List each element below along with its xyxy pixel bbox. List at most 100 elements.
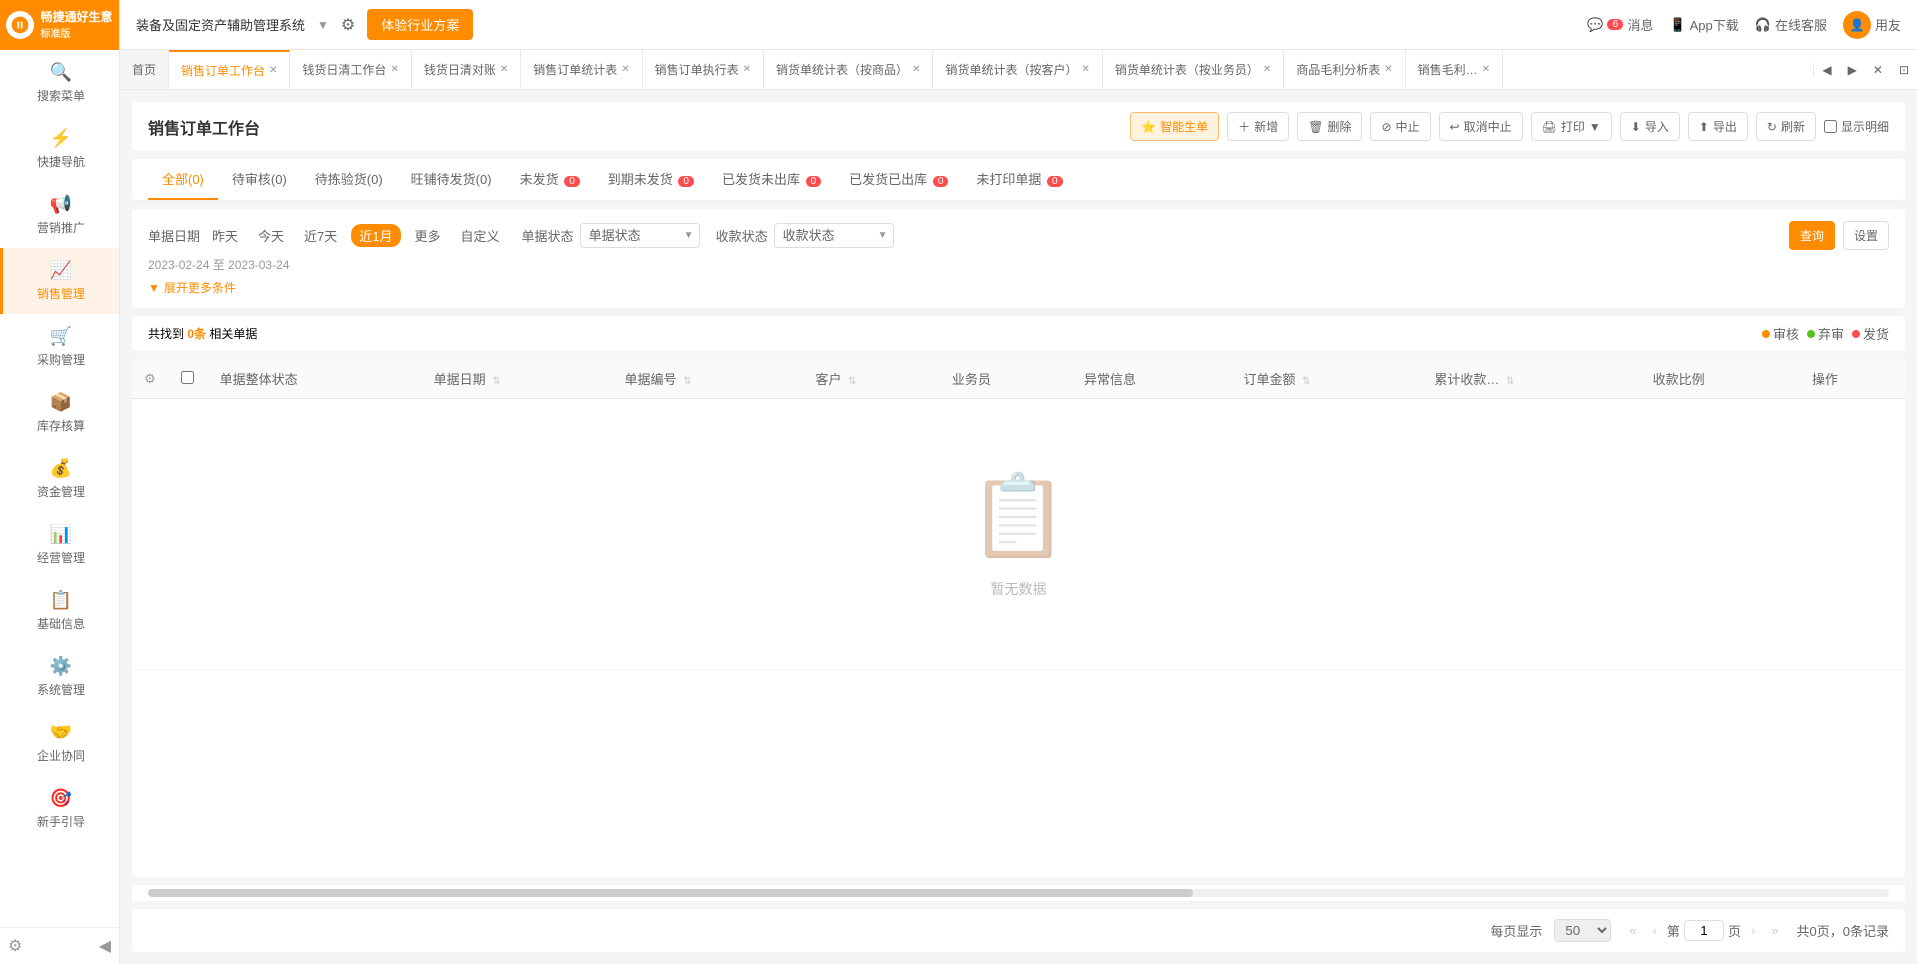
online-service-action[interactable]: 🎧 在线客服 xyxy=(1755,15,1827,34)
cancel-stop-btn[interactable]: ↩ 取消中止 xyxy=(1439,112,1523,141)
cancel-audit-action-btn[interactable]: 弃审 xyxy=(1807,324,1844,343)
date-opt-custom[interactable]: 自定义 xyxy=(455,224,506,247)
col-amount[interactable]: 订单金额 ⇅ xyxy=(1231,359,1422,399)
tab-close-btn[interactable]: ✕ xyxy=(912,64,920,75)
tab-close-all[interactable]: ✕ xyxy=(1865,63,1891,77)
payment-select[interactable]: 收款状态 xyxy=(774,223,894,248)
page-first-btn[interactable]: « xyxy=(1623,921,1642,940)
print-btn[interactable]: 🖨 打印 ▼ xyxy=(1531,112,1612,141)
tab-nav-next[interactable]: ▶ xyxy=(1840,63,1865,77)
tab-close-btn[interactable]: ✕ xyxy=(390,64,398,75)
pagination-nav: « ‹ 第 页 › » xyxy=(1623,920,1784,941)
tab-close-btn[interactable]: ✕ xyxy=(1482,64,1490,75)
sub-tab-shipped-not-out[interactable]: 已发货未出库 0 xyxy=(708,159,835,200)
tab-sales-by-customer[interactable]: 销货单统计表（按客户） ✕ xyxy=(933,50,1102,90)
date-opt-yesterday[interactable]: 昨天 xyxy=(206,224,244,247)
page-prev-btn[interactable]: ‹ xyxy=(1647,921,1663,940)
hscroll[interactable] xyxy=(148,889,1889,897)
status-select[interactable]: 单据状态 xyxy=(580,223,700,248)
col-date[interactable]: 单据日期 ⇅ xyxy=(422,359,613,399)
col-customer[interactable]: 客户 ⇅ xyxy=(803,359,939,399)
stop-btn[interactable]: ⊘ 中止 xyxy=(1370,112,1430,141)
tab-cash-reconcile[interactable]: 钱货日清对账 ✕ xyxy=(412,50,521,90)
sub-tab-unprinted[interactable]: 未打印单据 0 xyxy=(962,159,1076,200)
audit-action-btn[interactable]: 审核 xyxy=(1762,324,1799,343)
sidebar-item-guide[interactable]: 🎯 新手引导 xyxy=(0,776,119,842)
overdue-badge: 0 xyxy=(678,176,694,187)
tab-close-btn[interactable]: ✕ xyxy=(1263,64,1271,75)
tab-sales-exec[interactable]: 销售订单执行表 ✕ xyxy=(643,50,764,90)
date-opt-1month[interactable]: 近1月 xyxy=(351,224,400,247)
date-opt-more[interactable]: 更多 xyxy=(409,224,447,247)
col-status-label: 单据整体状态 xyxy=(220,372,298,387)
date-opt-7days[interactable]: 近7天 xyxy=(298,224,343,247)
tab-close-btn[interactable]: ✕ xyxy=(1081,64,1089,75)
table-settings-col[interactable]: ⚙ xyxy=(132,359,168,399)
tab-nav-prev[interactable]: ◀ xyxy=(1814,63,1839,77)
filter-expand-btn[interactable]: ▼ 展开更多条件 xyxy=(148,279,1889,296)
empty-icon: 📋 xyxy=(969,469,1069,563)
sidebar-item-enterprise[interactable]: 🤝 企业协同 xyxy=(0,710,119,776)
per-page-select[interactable]: 50 100 200 xyxy=(1554,919,1611,942)
sub-tab-wangpu[interactable]: 旺铺待发货(0) xyxy=(397,159,506,200)
query-btn[interactable]: 查询 xyxy=(1789,221,1835,250)
sub-tab-unshipped[interactable]: 未发货 0 xyxy=(506,159,594,200)
tab-close-btn[interactable]: ✕ xyxy=(1384,64,1392,75)
refresh-btn[interactable]: ↻ 刷新 xyxy=(1756,112,1816,141)
tab-gross-profit[interactable]: 商品毛利分析表 ✕ xyxy=(1284,50,1405,90)
sidebar-item-search[interactable]: 🔍 搜索菜单 xyxy=(0,50,119,116)
sidebar-item-finance[interactable]: 💰 资金管理 xyxy=(0,446,119,512)
sub-tab-all[interactable]: 全部(0) xyxy=(148,159,218,200)
tab-sales-by-product[interactable]: 销货单统计表（按商品） ✕ xyxy=(764,50,933,90)
tab-close-btn[interactable]: ✕ xyxy=(269,65,277,76)
tab-sales-by-staff[interactable]: 销货单统计表（按业务员） ✕ xyxy=(1103,50,1284,90)
tab-sales-stat[interactable]: 销售订单统计表 ✕ xyxy=(521,50,642,90)
collapse-btn[interactable]: ◀ xyxy=(99,936,111,956)
module-dropdown-icon[interactable]: ▼ xyxy=(317,18,329,32)
sidebar-item-system[interactable]: ⚙️ 系统管理 xyxy=(0,644,119,710)
sidebar-item-marketing[interactable]: 📢 营销推广 xyxy=(0,182,119,248)
tab-sales-order-workbench[interactable]: 销售订单工作台 ✕ xyxy=(169,50,290,90)
tab-home[interactable]: 首页 xyxy=(120,50,169,90)
tab-close-btn[interactable]: ✕ xyxy=(743,64,751,75)
sub-tab-pending-review[interactable]: 待审核(0) xyxy=(218,159,301,200)
ship-action-btn[interactable]: 发货 xyxy=(1852,324,1889,343)
sidebar-item-inventory[interactable]: 📦 库存核算 xyxy=(0,380,119,446)
industry-btn[interactable]: 体验行业方案 xyxy=(367,9,473,40)
sidebar-item-management[interactable]: 📊 经营管理 xyxy=(0,512,119,578)
sidebar-item-basic-info[interactable]: 📋 基础信息 xyxy=(0,578,119,644)
app-download-action[interactable]: 📱 App下载 xyxy=(1669,15,1738,34)
tab-close-btn[interactable]: ✕ xyxy=(500,64,508,75)
export-btn[interactable]: ⬆ 导出 xyxy=(1688,112,1748,141)
show-detail-checkbox[interactable] xyxy=(1824,120,1837,133)
show-detail-label[interactable]: 显示明细 xyxy=(1824,118,1889,135)
tab-expand[interactable]: ⊡ xyxy=(1891,63,1917,77)
date-opt-today[interactable]: 今天 xyxy=(252,224,290,247)
tab-close-btn[interactable]: ✕ xyxy=(621,64,629,75)
message-action[interactable]: 💬 6 消息 xyxy=(1587,15,1653,34)
ai-btn[interactable]: ⭐ 智能生单 xyxy=(1130,112,1219,141)
page-last-btn[interactable]: » xyxy=(1765,921,1784,940)
sidebar-item-sales[interactable]: 📈 销售管理 xyxy=(0,248,119,314)
col-number[interactable]: 单据编号 ⇅ xyxy=(613,359,804,399)
hscroll-thumb[interactable] xyxy=(148,889,1193,897)
sidebar-item-quicknav[interactable]: ⚡ 快捷导航 xyxy=(0,116,119,182)
topbar-settings-icon[interactable]: ⚙ xyxy=(341,15,355,35)
sub-tab-shipped-out[interactable]: 已发货已出库 0 xyxy=(835,159,962,200)
col-collected[interactable]: 累计收款… ⇅ xyxy=(1422,359,1640,399)
tab-sales-margin[interactable]: 销售毛利… ✕ xyxy=(1406,50,1503,90)
page-next-btn[interactable]: › xyxy=(1745,921,1761,940)
delete-btn[interactable]: 🗑 删除 xyxy=(1297,112,1362,141)
select-all-checkbox[interactable] xyxy=(181,371,194,384)
sidebar-item-purchase[interactable]: 🛒 采购管理 xyxy=(0,314,119,380)
page-input[interactable] xyxy=(1684,920,1724,941)
filter-expand-row: ▼ 展开更多条件 xyxy=(148,279,1889,296)
settings-filter-btn[interactable]: 设置 xyxy=(1843,221,1889,250)
settings-bottom-btn[interactable]: ⚙ xyxy=(8,936,22,956)
new-btn[interactable]: ＋ 新增 xyxy=(1227,112,1289,141)
user-action[interactable]: 👤 用友 xyxy=(1843,11,1901,39)
sub-tab-pending-check[interactable]: 待拣验货(0) xyxy=(301,159,397,200)
import-btn[interactable]: ⬇ 导入 xyxy=(1620,112,1680,141)
sub-tab-overdue[interactable]: 到期未发货 0 xyxy=(594,159,708,200)
tab-cash-daily[interactable]: 钱货日清工作台 ✕ xyxy=(290,50,411,90)
